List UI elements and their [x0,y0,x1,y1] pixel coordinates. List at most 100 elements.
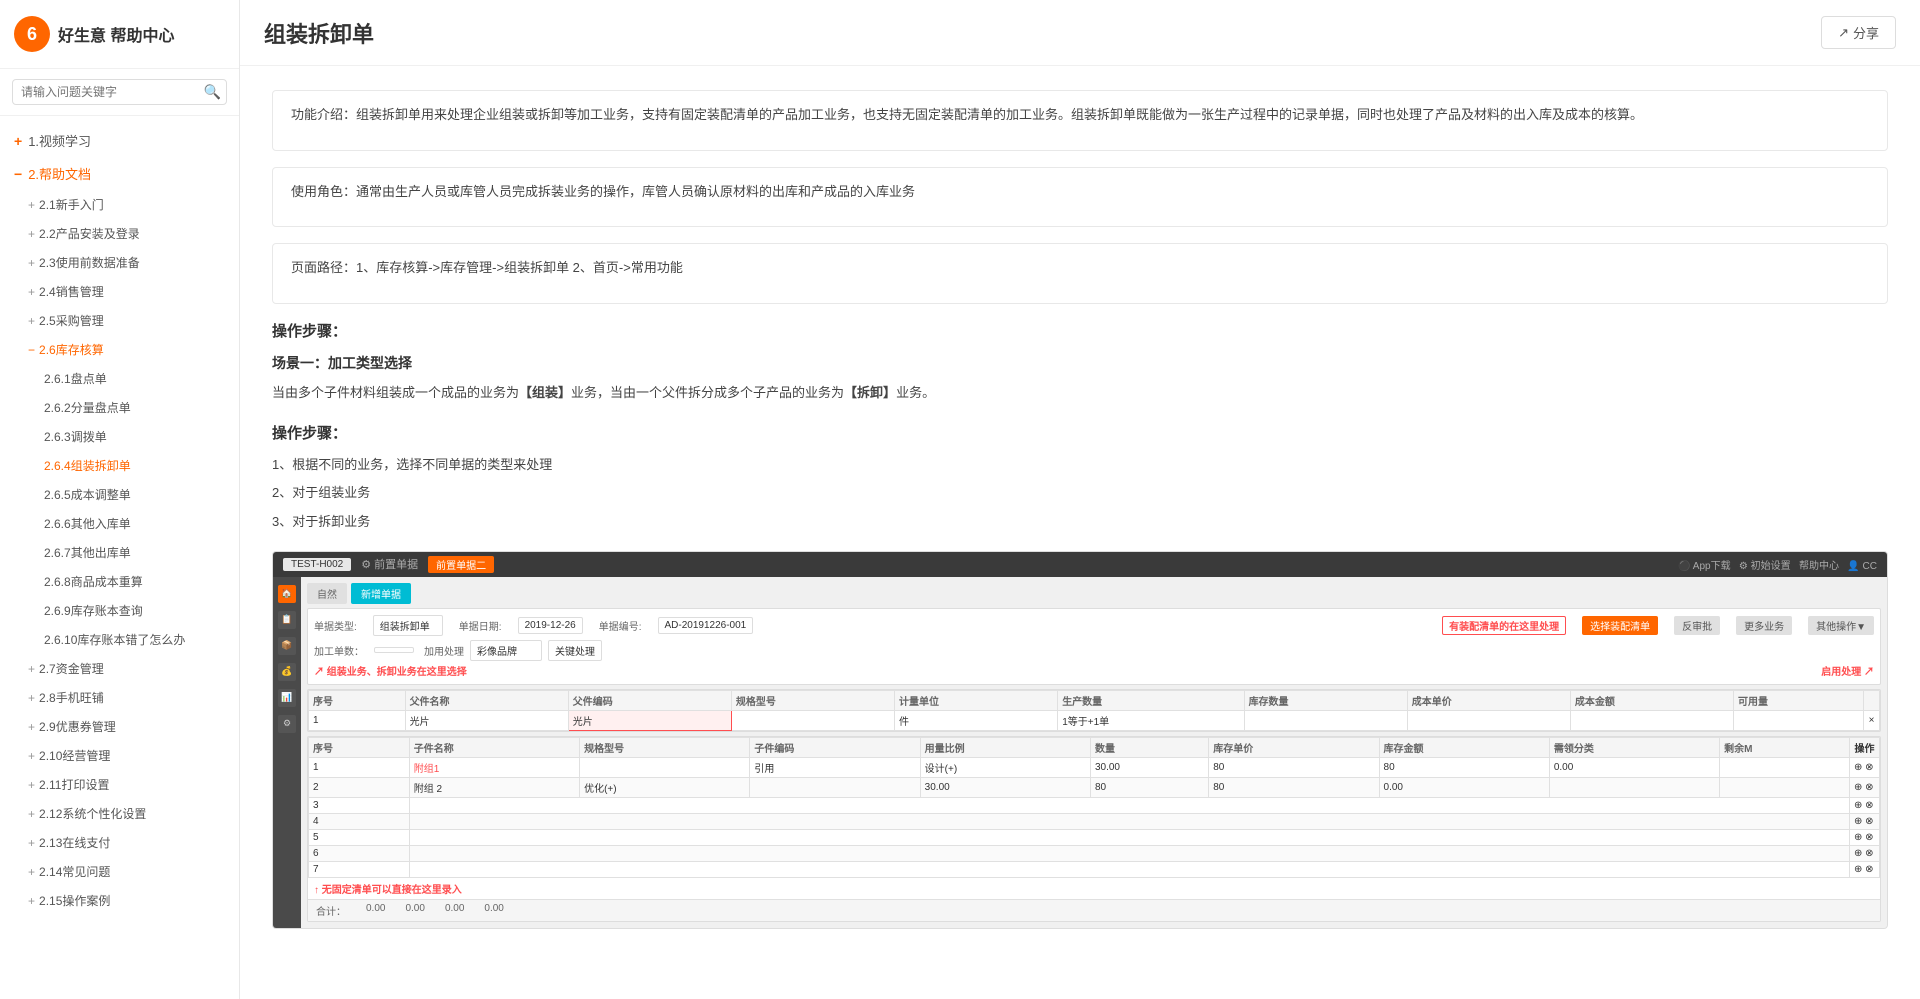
sidebar-item-264[interactable]: 2.6.4组装拆卸单 [0,451,239,480]
screenshot-r2-2-name: 附组 2 [409,777,579,797]
role-intro-block: 使用角色：通常由生产人员或库管人员完成拆装业务的操作，库管人员确认原材料的出库和… [272,167,1888,228]
screenshot-r2-3-empty [409,797,1849,813]
sidebar-item-sales[interactable]: + 2.4销售管理 [0,277,239,306]
screenshot-r2-6-empty [409,845,1849,861]
search-button[interactable]: 🔍 [204,84,221,101]
sidebar-item-payment-label: 2.13在线支付 [39,834,110,851]
screenshot-date-val: 2019-12-26 [518,617,583,634]
sidebar-item-install[interactable]: + 2.2产品安装及登录 [0,219,239,248]
screenshot-r2-1-spec [580,757,750,777]
sidebar-item-269[interactable]: 2.6.9库存账本查询 [0,596,239,625]
screenshot-th-spec1: 规格型号 [731,690,894,710]
sidebar-item-finance[interactable]: + 2.7资金管理 [0,654,239,683]
sidebar-item-operation-label: 2.10经营管理 [39,747,110,764]
sidebar-item-prepare[interactable]: + 2.3使用前数据准备 [0,248,239,277]
share-button[interactable]: ↗ 分享 [1821,16,1896,49]
screenshot-totals: 合计： 0.00 0.00 0.00 0.00 [308,899,1880,921]
screenshot-r2-7-seq: 7 [309,861,410,877]
screenshot-row1-seq: 1 [309,710,406,730]
screenshot-r2-2-spec: 优化(+) [580,777,750,797]
search-input[interactable] [12,79,227,105]
screenshot-nav-icon4: 💰 [278,663,296,681]
sidebar-item-newcomer[interactable]: + 2.1新手入门 [0,190,239,219]
screenshot-nav-icon5: 📊 [278,689,296,707]
search-area[interactable]: 🔍 [0,69,239,116]
screenshot-total-val4: 0.00 [484,903,503,918]
screenshot-total-val1: 0.00 [366,903,385,918]
main-header: 组装拆卸单 ↗ 分享 [240,0,1920,66]
sidebar-item-262[interactable]: 2.6.2分量盘点单 [0,393,239,422]
expand-icon: + [14,133,22,149]
sidebar-item-print[interactable]: + 2.11打印设置 [0,770,239,799]
screenshot-r2-6-ops: ⊕ ⊗ [1850,845,1880,861]
sidebar-item-cases-label: 2.15操作案例 [39,892,110,909]
feature-intro-text: 功能介绍：组装拆卸单用来处理企业组装或拆卸等加工业务，支持有固定装配清单的产品加… [291,103,1869,128]
screenshot-nav-icon6: ⚙ [278,715,296,733]
screenshot-annotation2: ↗ 组装业务、拆卸业务在这里选择 [314,663,467,678]
sidebar-item-265[interactable]: 2.6.5成本调整单 [0,480,239,509]
screenshot-confirm-btn: 关键处理 [548,640,602,661]
role-intro-text: 使用角色：通常由生产人员或库管人员完成拆装业务的操作，库管人员确认原材料的出库和… [291,180,1869,205]
sidebar-item-inventory[interactable]: − 2.6库存核算 [0,335,239,364]
sidebar-nav: + 1.视频学习 − 2.帮助文档 + 2.1新手入门 + 2.2产品安装及登录… [0,116,239,999]
sidebar-item-263[interactable]: 2.6.3调拨单 [0,422,239,451]
screenshot-r2-1-remain [1720,757,1850,777]
screenshot-th-name1: 父件名称 [405,690,568,710]
sidebar-item-purchase[interactable]: + 2.5采购管理 [0,306,239,335]
screenshot-r2-1-code: 引用 [750,757,920,777]
sidebar-item-268[interactable]: 2.6.8商品成本重算 [0,567,239,596]
sidebar-item-finance-label: 2.7资金管理 [39,660,104,677]
screenshot-tab-new: 新增单据 [351,583,411,604]
ops-steps-title: 操作步骤： [272,422,1888,443]
step1: 1、根据不同的业务，选择不同单据的类型来处理 [272,453,1888,478]
screenshot-th2-amt: 库存金额 [1379,737,1549,757]
screenshot-th-costprice: 成本单价 [1407,690,1570,710]
screenshot-annotation4: ↑ 无固定清单可以直接在这里录入 [308,878,1880,899]
logo-area: 6 好生意 帮助中心 [0,0,239,69]
sidebar-item-267[interactable]: 2.6.7其他出库单 [0,538,239,567]
screenshot-th-action1 [1864,690,1880,710]
screenshot-r2-1-name: 附组1 [409,757,579,777]
screenshot-row1-spec [731,710,894,730]
sidebar-item-docs[interactable]: − 2.帮助文档 [0,157,239,190]
screenshot-r2-4-seq: 4 [309,813,410,829]
screenshot-row1-code: 光片 [568,710,731,730]
sidebar-item-payment[interactable]: + 2.13在线支付 [0,828,239,857]
screenshot-nav-icon3: 📦 [278,637,296,655]
sidebar-item-faq[interactable]: + 2.14常见问题 [0,857,239,886]
screenshot-th-available: 可用量 [1734,690,1864,710]
scene-desc: 当由多个子件材料组装成一个成品的业务为【组装】业务，当由一个父件拆分成多个子产品… [272,381,1888,406]
screenshot-r2-2-seq: 2 [309,777,410,797]
share-icon: ↗ [1838,25,1849,41]
sidebar-item-261[interactable]: 2.6.1盘点单 [0,364,239,393]
screenshot-order-no-val: AD-20191226-001 [658,617,754,634]
screenshot-r2-2-qty: 80 [1090,777,1208,797]
screenshot-total-label: 合计： [316,903,346,918]
screenshot-r2-3-seq: 3 [309,797,410,813]
screenshot-r2-5-ops: ⊕ ⊗ [1850,829,1880,845]
sidebar-item-video[interactable]: + 1.视频学习 [0,124,239,157]
page-title: 组装拆卸单 [264,17,374,49]
screenshot-annotation1: 有装配清单的在这里处理 [1442,616,1566,635]
screenshot-th2-code: 子件编码 [750,737,920,757]
collapse-icon: − [14,166,22,182]
screenshot-row1-del[interactable]: × [1864,710,1880,730]
sidebar-item-cases[interactable]: + 2.15操作案例 [0,886,239,915]
screenshot-r2-1-class: 0.00 [1549,757,1719,777]
sidebar-item-2610[interactable]: 2.6.10库存账本错了怎么办 [0,625,239,654]
screenshot-row1-unit: 件 [895,710,1058,730]
sidebar-item-operation[interactable]: + 2.10经营管理 [0,741,239,770]
screenshot-th-stockqty: 库存数量 [1244,690,1407,710]
sidebar-item-coupon[interactable]: + 2.9优惠券管理 [0,712,239,741]
screenshot-count-val [374,647,414,653]
sidebar-item-personalize[interactable]: + 2.12系统个性化设置 [0,799,239,828]
sidebar-item-266[interactable]: 2.6.6其他入库单 [0,509,239,538]
screenshot-approve-btn: 反审批 [1674,616,1720,635]
screenshot-row1-name: 光片 [405,710,568,730]
sidebar-item-mobile[interactable]: + 2.8手机旺铺 [0,683,239,712]
screenshot-r2-2-remain [1720,777,1850,797]
screenshot-order-no-label: 单据编号: [599,618,642,633]
screenshot-r2-1-amt: 80 [1379,757,1549,777]
scene-title: 场景一：加工类型选择 [272,353,1888,373]
sidebar-item-purchase-label: 2.5采购管理 [39,312,104,329]
